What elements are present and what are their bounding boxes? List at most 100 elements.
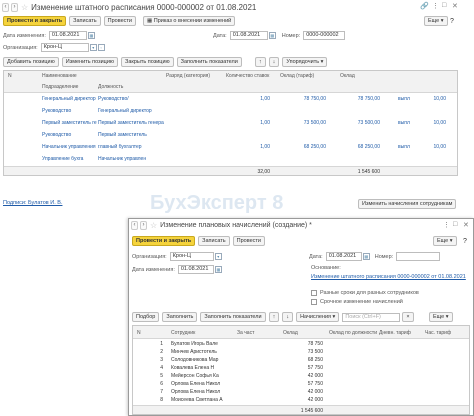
more-button[interactable]: Еще ▾ [424, 16, 448, 26]
open-icon[interactable]: ▫ [97, 44, 105, 51]
cell-oklad: 78 750,00 [357, 96, 380, 102]
change-position-button[interactable]: Изменить позицию [61, 57, 119, 67]
table-row[interactable]: 1 Булатов Игорь Вале 78 750 [133, 340, 469, 348]
cell-n: 4 [160, 365, 163, 371]
organization-input[interactable]: Крон-Ц [40, 43, 89, 52]
diff-dates-label: Разные сроки для разных сотрудников [320, 290, 419, 296]
signatures-link[interactable]: Подписи: Булатов И. В. [3, 200, 62, 206]
close-icon[interactable]: ✕ [463, 221, 469, 229]
organization-input[interactable]: Крон-Ц [169, 252, 214, 261]
change-accruals-button[interactable]: Изменить начисления сотрудникам [358, 199, 457, 209]
back-icon[interactable]: ‹ [131, 221, 138, 230]
urgent-checkbox[interactable] [311, 299, 317, 305]
help-icon[interactable]: ? [450, 18, 454, 25]
sort-label: Упорядочить [286, 59, 320, 65]
table-row[interactable]: 7 Орлова Елена Никол 42 000 [133, 388, 469, 396]
date-change-input[interactable]: 01.08.2021 [177, 265, 214, 274]
pick-button[interactable]: Подбор [132, 312, 160, 322]
forward-icon[interactable]: › [140, 221, 147, 230]
cell-name: Минчев Аристотель [171, 349, 217, 355]
table-row[interactable]: Руководство Первый заместитель [4, 130, 457, 141]
calendar-icon[interactable]: ▦ [362, 253, 370, 260]
basis-link-row: Изменение штатного расписания 0000-00000… [311, 274, 466, 280]
maximize-icon[interactable]: □ [453, 221, 457, 228]
table-row[interactable]: 4 Ковалева Елена Н 57 750 [133, 364, 469, 372]
post-and-close-button[interactable]: Провести и закрыть [132, 236, 196, 246]
help-icon[interactable]: ? [463, 238, 467, 245]
order-button[interactable]: ▦ Приказ о внесении изменений [143, 16, 236, 26]
close-icon[interactable]: ✕ [452, 2, 458, 10]
table-row[interactable]: 2 Минчев Аристотель 73 500 [133, 348, 469, 356]
add-position-button[interactable]: Добавить позицию [3, 57, 59, 67]
menu-dots-icon[interactable]: ⋮ [432, 2, 439, 10]
urgent-row: Срочное изменение начислений [311, 299, 406, 305]
more-button[interactable]: Еще ▾ [433, 236, 457, 246]
main-toolbar: Провести и закрыть Записать Провести ▦ П… [0, 15, 460, 27]
calendar-icon[interactable]: ▦ [214, 266, 222, 273]
back-icon[interactable]: ‹ [2, 2, 9, 12]
number-input[interactable]: 0000-000002 [303, 31, 346, 40]
search-input[interactable]: Поиск (Ctrl+F) [342, 312, 401, 322]
menu-dots-icon[interactable]: ⋮ [443, 221, 450, 229]
cell-extra2: 10,00 [433, 96, 446, 102]
post-button[interactable]: Провести [232, 236, 266, 246]
table-row[interactable]: Первый заместитель ге Первый заместитель … [4, 118, 457, 129]
maximize-icon[interactable]: □ [442, 2, 446, 9]
col-position: Должность [98, 84, 124, 90]
fill-indicators-button[interactable]: Заполнить показатели [200, 312, 266, 322]
number-input[interactable] [396, 252, 441, 261]
table-row[interactable]: 5 Мейерсон Софья Ка 42 000 [133, 372, 469, 380]
calendar-icon[interactable]: ▦ [268, 32, 276, 39]
cell-n: 2 [160, 349, 163, 355]
basis-link[interactable]: Изменение штатного расписания 0000-00000… [311, 274, 466, 280]
date-change-input[interactable]: 01.08.2021 [48, 31, 87, 40]
sort-button[interactable]: Упорядочить ▾ [282, 57, 328, 67]
search-clear-icon[interactable]: × [402, 312, 414, 322]
move-up-button[interactable]: ↑ [268, 312, 280, 322]
move-down-button[interactable]: ↓ [282, 312, 294, 322]
date-input[interactable]: 01.08.2021 [229, 31, 268, 40]
post-and-close-button[interactable]: Провести и закрыть [3, 16, 67, 26]
table-row[interactable]: Управление бухга Начальник управлен [4, 154, 457, 165]
cell-name: Орлова Елена Никол [171, 381, 221, 387]
move-down-button[interactable]: ↓ [268, 57, 280, 67]
table-row[interactable]: 6 Орлова Елена Никол 57 750 [133, 380, 469, 388]
cell-name: Ковалева Елена Н [171, 365, 215, 371]
col-in-part: За част [237, 330, 255, 336]
cell-qty: 1,00 [260, 96, 270, 102]
fill-button[interactable]: Заполнить [162, 312, 198, 322]
cell-division: Генеральный директор [42, 96, 96, 102]
accruals-grid: N Сотрудник За част Оклад Оклад по должн… [132, 325, 470, 415]
save-button[interactable]: Записать [69, 16, 101, 26]
star-icon[interactable]: ☆ [150, 221, 157, 230]
staff-schedule-window: ‹ › ☆ Изменение штатного расписания 0000… [0, 0, 460, 212]
move-up-button[interactable]: ↑ [254, 57, 266, 67]
cell-oklad: 42 000 [307, 397, 323, 403]
post-button[interactable]: Провести [103, 16, 137, 26]
close-position-button[interactable]: Закрыть позицию [121, 57, 174, 67]
cell-oklad: 73 500,00 [357, 120, 380, 126]
forward-icon[interactable]: › [11, 2, 18, 12]
cell-oklad: 57 750 [307, 381, 323, 387]
table-row[interactable]: 8 Моисеева Светлана А 42 000 [133, 396, 469, 404]
table-row[interactable]: Руководство Генеральный директор [4, 106, 457, 117]
fill-indicators-button[interactable]: Заполнить показатели [176, 57, 242, 67]
save-button[interactable]: Записать [198, 236, 230, 246]
link-icon[interactable]: 🔗 [420, 2, 429, 10]
diff-dates-checkbox[interactable] [311, 290, 317, 296]
accruals-button[interactable]: Начисления ▾ [296, 312, 340, 322]
date-label: Дата: [309, 253, 323, 260]
calendar-icon[interactable]: ▦ [87, 32, 95, 39]
star-icon[interactable]: ☆ [21, 3, 28, 12]
date-input[interactable]: 01.08.2021 [325, 252, 362, 261]
table-row[interactable]: Начальник управления главный бухгалтер 1,0… [4, 142, 457, 153]
col-oklad: Оклад [340, 73, 355, 79]
cell-oklad: 42 000 [307, 389, 323, 395]
cell-division: Управление бухга [42, 156, 84, 162]
window-titlebar: ‹ › ☆ Изменение штатного расписания 0000… [0, 0, 460, 14]
table-row[interactable]: Генеральный директор Руководство/1,00 78 7… [4, 94, 457, 105]
dropdown-icon[interactable]: ▾ [89, 44, 97, 51]
more-button[interactable]: Еще ▾ [429, 312, 453, 322]
dropdown-icon[interactable]: ▾ [214, 253, 222, 260]
table-row[interactable]: 3 Солодовникова Мар 68 250 [133, 356, 469, 364]
